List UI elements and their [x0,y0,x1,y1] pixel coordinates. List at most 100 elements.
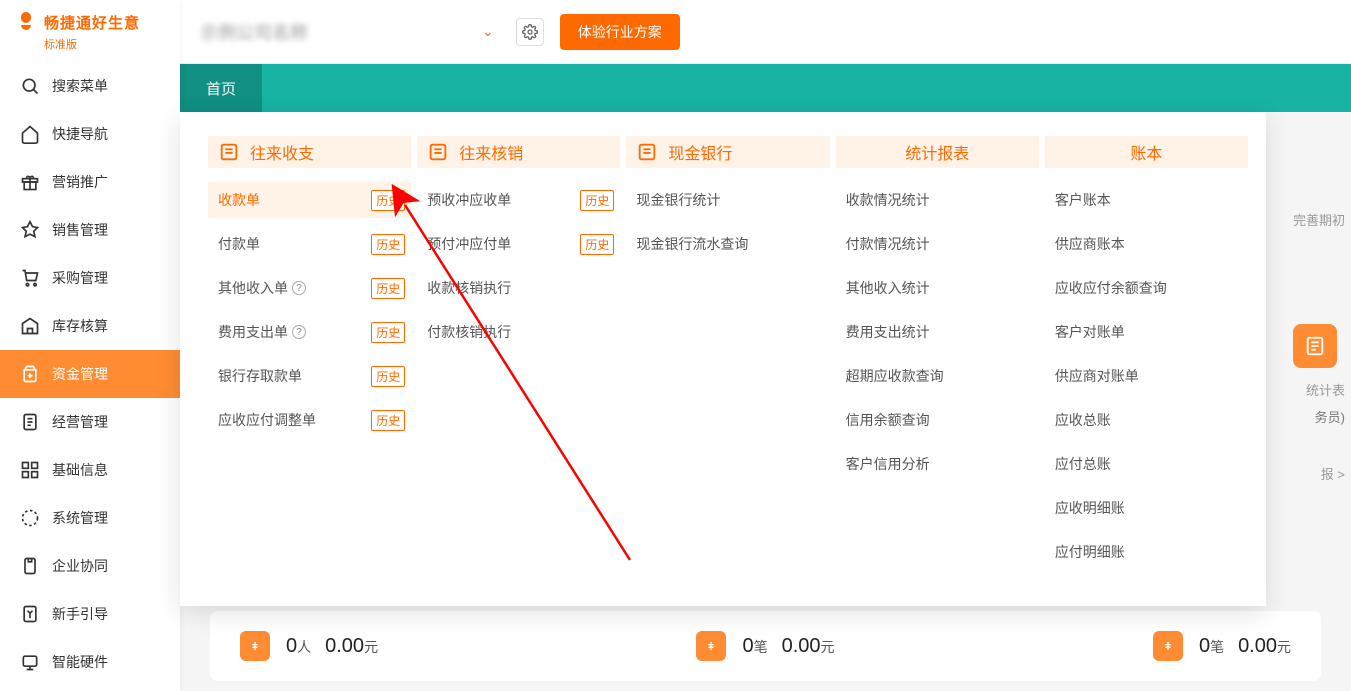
history-tag[interactable]: 历史 [371,190,405,211]
tabbar: 首页 [180,64,1351,112]
stat-icon [240,631,270,661]
mega-item[interactable]: 信用余额查询 [836,402,1039,438]
column-title: 统计报表 [905,140,969,164]
mega-item[interactable]: 付款单 历史 [208,226,411,262]
mega-list: 收款情况统计付款情况统计其他收入统计费用支出统计超期应收款查询信用余额查询客户信… [836,182,1039,482]
hint-report-arrow[interactable]: 报 > [1321,464,1345,483]
mega-column: 往来核销预收冲应收单历史预付冲应付单历史收款核销执行付款核销执行 [417,136,620,576]
mega-item[interactable]: 付款核销执行 [417,314,620,350]
sidebar-item-guide[interactable]: 新手引导 [0,590,180,638]
mega-item[interactable]: 供应商对账单 [1045,358,1248,394]
mega-item[interactable]: 现金银行统计 [626,182,829,218]
mega-item[interactable]: 费用支出单?历史 [208,314,411,350]
brand-edition: 标准版 [44,36,166,52]
help-icon[interactable]: ? [292,325,306,339]
mega-item[interactable]: 超期应收款查询 [836,358,1039,394]
stat-icon [1153,631,1183,661]
sidebar-item-sale[interactable]: 销售管理 [0,206,180,254]
gear-icon[interactable] [516,18,544,46]
mega-item[interactable]: 其他收入单? 历史 [208,270,411,306]
history-tag[interactable]: 历史 [371,366,405,387]
history-tag[interactable]: 历史 [371,278,405,299]
sidebar-item-device[interactable]: 智能硬件 [0,638,180,686]
mega-item[interactable]: 应付明细账 [1045,534,1248,570]
help-icon[interactable]: ? [292,281,306,295]
sidebar-item-gift[interactable]: 营销推广 [0,158,180,206]
stat-count: 0人 [286,635,311,658]
mega-item[interactable]: 其他收入统计 [836,270,1039,306]
mega-item-label: 现金银行统计 [636,190,720,210]
right-rail: 完善期初 统计表 务员) 报 > [1281,112,1351,691]
industry-plan-button[interactable]: 体验行业方案 [560,14,680,50]
mega-item[interactable]: 应付总账 [1045,446,1248,482]
sidebar-item-collab[interactable]: 企业协同 [0,542,180,590]
mega-item-label: 预收冲应收单 [427,190,511,210]
mega-item[interactable]: 应收应付余额查询 [1045,270,1248,306]
mega-item-label: 应收应付调整单 [218,410,316,430]
mega-item[interactable]: 应收明细账 [1045,490,1248,526]
mega-item-label: 应付总账 [1055,454,1111,474]
history-tag[interactable]: 历史 [580,190,614,211]
mega-item-label: 预付冲应付单 [427,234,511,254]
mega-item[interactable]: 应收总账 [1045,402,1248,438]
sidebar-item-doc[interactable]: 经营管理 [0,398,180,446]
sidebar-item-fund[interactable]: 资金管理 [0,350,180,398]
org-selector[interactable]: 示例公司名称 [200,19,460,45]
stat-value: 0.00元 [782,635,835,658]
stat-item: 0笔0.00元 [1153,631,1291,661]
history-tag[interactable]: 历史 [371,234,405,255]
mega-item-label: 信用余额查询 [846,410,930,430]
home-icon [20,124,40,144]
sidebar-item-cart[interactable]: 采购管理 [0,254,180,302]
mega-item-label: 应收总账 [1055,410,1111,430]
gift-icon [20,172,40,192]
sidebar-item-grid[interactable]: 基础信息 [0,446,180,494]
stat-item: 0笔0.00元 [696,631,834,661]
sidebar-item-label: 基础信息 [52,460,108,480]
sidebar-item-label: 营销推广 [52,172,108,192]
column-title: 往来收支 [250,140,314,164]
mega-column: 现金银行现金银行统计现金银行流水查询 [626,136,829,576]
mega-item[interactable]: 银行存取款单历史 [208,358,411,394]
topbar: 示例公司名称 ⌄ 体验行业方案 [180,0,1351,64]
mega-item[interactable]: 收款核销执行 [417,270,620,306]
sidebar-item-label: 企业协同 [52,556,108,576]
history-tag[interactable]: 历史 [371,410,405,431]
mega-item-label: 应收明细账 [1055,498,1125,518]
mega-item[interactable]: 客户信用分析 [836,446,1039,482]
mega-item-label: 收款核销执行 [427,278,511,298]
sidebar-item-search[interactable]: 搜索菜单 [0,62,180,110]
mega-item[interactable]: 供应商账本 [1045,226,1248,262]
mega-item[interactable]: 客户对账单 [1045,314,1248,350]
stat-value: 0.00元 [1238,635,1291,658]
hint-stat-table: 统计表 [1306,380,1345,399]
floating-report-icon[interactable] [1293,324,1337,368]
sidebar-item-settings[interactable]: 系统管理 [0,494,180,542]
stat-value: 0.00元 [325,635,378,658]
stat-item: 0人 0.00元 [240,631,378,661]
sidebar-item-warehouse[interactable]: 库存核算 [0,302,180,350]
mega-item[interactable]: 收款单历史 [208,182,411,218]
chevron-down-icon[interactable]: ⌄ [476,23,500,40]
sidebar-item-label: 搜索菜单 [52,76,108,96]
mega-item[interactable]: 客户账本 [1045,182,1248,218]
mega-item-label: 其他收入单? [218,278,306,298]
mega-item-label: 付款单 [218,234,260,254]
mega-item[interactable]: 收款情况统计 [836,182,1039,218]
history-tag[interactable]: 历史 [580,234,614,255]
mega-item[interactable]: 费用支出统计 [836,314,1039,350]
mega-item[interactable]: 应收应付调整单 历史 [208,402,411,438]
mega-item-label: 其他收入统计 [846,278,930,298]
sidebar-item-label: 库存核算 [52,316,108,336]
mega-item[interactable]: 付款情况统计 [836,226,1039,262]
mega-item[interactable]: 预付冲应付单 历史 [417,226,620,262]
tab-home[interactable]: 首页 [180,64,262,112]
brand-logo-icon [14,10,38,34]
mega-item[interactable]: 现金银行流水查询 [626,226,829,262]
history-tag[interactable]: 历史 [371,322,405,343]
mega-list: 预收冲应收单历史预付冲应付单历史收款核销执行付款核销执行 [417,182,620,350]
sidebar-item-home[interactable]: 快捷导航 [0,110,180,158]
hint-salesperson: 务员) [1315,407,1345,426]
mega-item[interactable]: 预收冲应收单 历史 [417,182,620,218]
mega-column: 往来收支收款单历史付款单历史其他收入单?历史费用支出单?历史银行存取款单历史应收… [208,136,411,576]
